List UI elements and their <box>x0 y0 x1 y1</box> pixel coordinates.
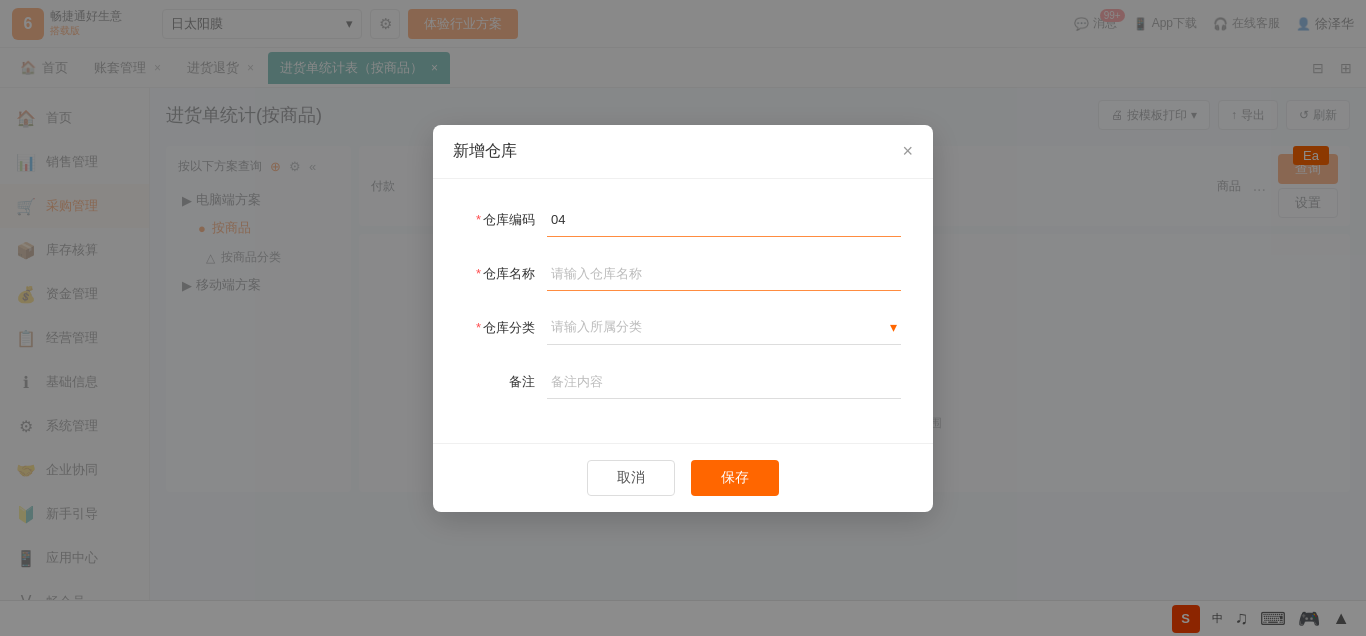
save-button[interactable]: 保存 <box>691 460 779 496</box>
code-input[interactable] <box>547 203 901 237</box>
modal-overlay: 新增仓库 × 仓库编码 仓库名称 仓库分类 请输入所属分类 ▾ <box>0 0 1366 636</box>
modal-header: 新增仓库 × <box>433 125 933 179</box>
modal-title: 新增仓库 <box>453 141 517 162</box>
form-row-remark: 备注 <box>465 365 901 399</box>
category-arrow: ▾ <box>890 319 897 335</box>
name-label: 仓库名称 <box>465 265 535 283</box>
modal-footer: 取消 保存 <box>433 443 933 512</box>
category-placeholder: 请输入所属分类 <box>551 318 642 336</box>
category-label: 仓库分类 <box>465 319 535 337</box>
add-warehouse-modal: 新增仓库 × 仓库编码 仓库名称 仓库分类 请输入所属分类 ▾ <box>433 125 933 512</box>
cancel-button[interactable]: 取消 <box>587 460 675 496</box>
remark-label: 备注 <box>465 373 535 391</box>
modal-body: 仓库编码 仓库名称 仓库分类 请输入所属分类 ▾ 备注 <box>433 179 933 443</box>
name-input[interactable] <box>547 257 901 291</box>
modal-close-btn[interactable]: × <box>902 142 913 160</box>
form-row-name: 仓库名称 <box>465 257 901 291</box>
form-row-code: 仓库编码 <box>465 203 901 237</box>
remark-input[interactable] <box>547 365 901 399</box>
code-label: 仓库编码 <box>465 211 535 229</box>
form-row-category: 仓库分类 请输入所属分类 ▾ <box>465 311 901 345</box>
category-select[interactable]: 请输入所属分类 ▾ <box>547 311 901 345</box>
